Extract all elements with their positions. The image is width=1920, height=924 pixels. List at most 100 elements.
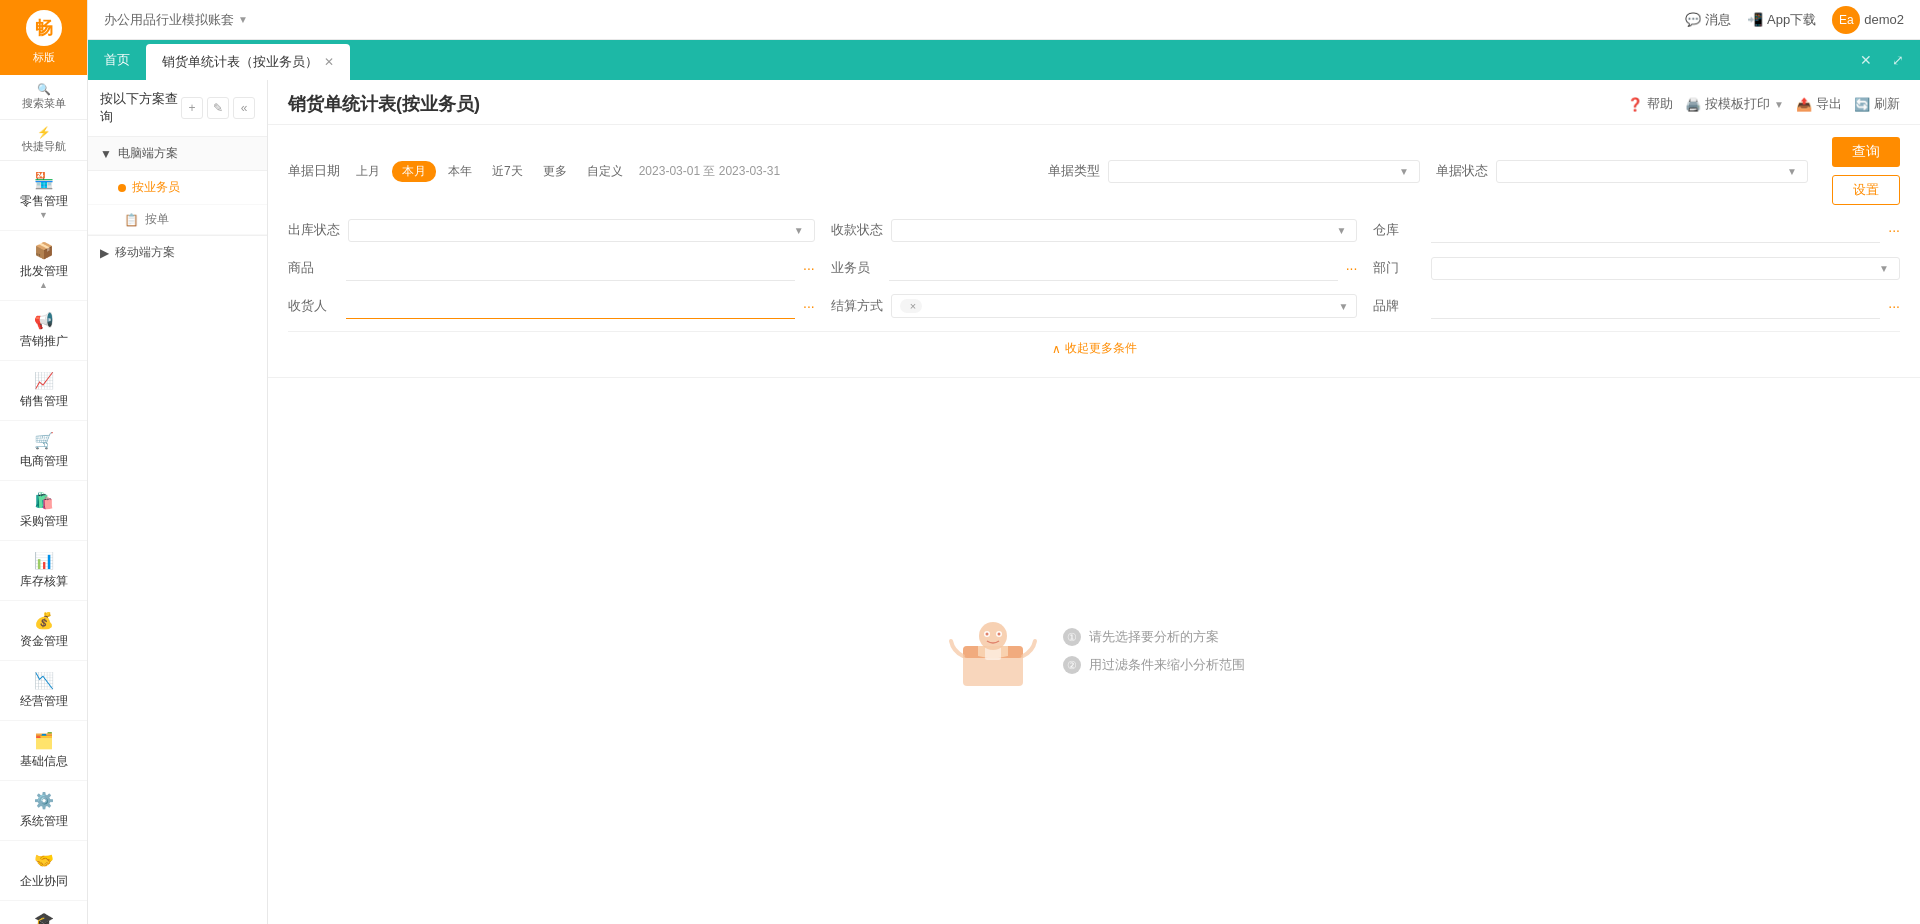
goods-input[interactable]	[346, 255, 795, 281]
sidebar-purchase-label: 采购管理	[20, 513, 68, 530]
date-tabs: 上月 本月 本年 近7天 更多 自定义	[348, 161, 631, 182]
sidebar-logo[interactable]: 畅 标版	[0, 0, 87, 75]
scheme-sub-item-by-order[interactable]: 📋 按单	[88, 205, 267, 235]
maximize-button[interactable]: ⤢	[1884, 46, 1912, 74]
scheme-group-desktop-label: 电脑端方案	[118, 145, 178, 162]
warehouse-dots-button[interactable]: ···	[1888, 222, 1900, 238]
date-tab-more[interactable]: 更多	[535, 161, 575, 182]
filter-area: 单据日期 上月 本月 本年 近7天 更多 自定义 2023-03-01 至 20…	[268, 125, 1920, 378]
date-tab-this-month[interactable]: 本月	[392, 161, 436, 182]
empty-tip-1: ① 请先选择要分析的方案	[1063, 628, 1245, 646]
print-dropdown-icon[interactable]: ▼	[1774, 99, 1784, 110]
salesperson-label: 业务员	[831, 259, 881, 277]
goods-dots-button[interactable]: ···	[803, 260, 815, 276]
warehouse-input[interactable]	[1431, 217, 1880, 243]
order-status-chevron-icon: ▼	[1787, 166, 1797, 177]
sidebar-item-operations[interactable]: 📉 经营管理	[0, 661, 87, 721]
salesperson-control: ···	[889, 255, 1358, 281]
export-label: 导出	[1816, 95, 1842, 113]
edit-icon: ✎	[213, 101, 223, 115]
app-download-button[interactable]: 📲 App下载	[1747, 11, 1816, 29]
order-type-select[interactable]: ▼	[1108, 160, 1420, 183]
message-button[interactable]: 💬 消息	[1685, 11, 1731, 29]
title-dropdown-icon[interactable]: ▼	[238, 14, 248, 25]
consignee-input[interactable]	[346, 293, 795, 319]
topbar-right: 💬 消息 📲 App下载 Ea demo2	[1685, 6, 1904, 34]
chevron-down-icon: ▼	[100, 147, 112, 161]
print-button[interactable]: 🖨️ 按模板打印 ▼	[1685, 95, 1784, 113]
sidebar-item-basic[interactable]: 🗂️ 基础信息	[0, 721, 87, 781]
scheme-item-by-salesperson[interactable]: 按业务员	[88, 171, 267, 205]
date-tab-last-month[interactable]: 上月	[348, 161, 388, 182]
chevron-down-icon: ▼	[39, 210, 48, 220]
refresh-button[interactable]: 🔄 刷新	[1854, 95, 1900, 113]
empty-state: ① 请先选择要分析的方案 ② 用过滤条件来缩小分析范围	[268, 378, 1920, 924]
active-dot	[118, 184, 126, 192]
sidebar-item-search[interactable]: 🔍 搜索菜单	[0, 75, 87, 120]
sidebar-item-cooperation[interactable]: 🤝 企业协同	[0, 841, 87, 901]
quicknav-icon: ⚡	[37, 126, 51, 139]
sidebar-item-purchase[interactable]: 🛍️ 采购管理	[0, 481, 87, 541]
sidebar-item-system[interactable]: ⚙️ 系统管理	[0, 781, 87, 841]
filter-salesperson: 业务员 ···	[831, 255, 1358, 281]
date-tab-7days[interactable]: 近7天	[484, 161, 531, 182]
brand-dots-button[interactable]: ···	[1888, 298, 1900, 314]
export-button[interactable]: 📤 导出	[1796, 95, 1842, 113]
empty-tip-2: ② 用过滤条件来缩小分析范围	[1063, 656, 1245, 674]
collapse-panel-button[interactable]: «	[233, 97, 255, 119]
user-menu[interactable]: Ea demo2	[1832, 6, 1904, 34]
receipt-status-select[interactable]: ▼	[891, 219, 1358, 242]
sidebar-sales-label: 销售管理	[20, 393, 68, 410]
filter-department: 部门 ▼	[1373, 257, 1900, 280]
inventory-icon: 📊	[34, 551, 54, 570]
salesperson-dots-button[interactable]: ···	[1346, 260, 1358, 276]
tip-1-text: 请先选择要分析的方案	[1089, 628, 1219, 646]
sidebar-item-finance[interactable]: 💰 资金管理	[0, 601, 87, 661]
sidebar-item-retail[interactable]: 🏪 零售管理 ▼	[0, 161, 87, 231]
avatar-text: Ea	[1839, 13, 1854, 27]
svg-point-7	[998, 633, 1001, 636]
empty-svg	[943, 601, 1043, 701]
settings-button[interactable]: 设置	[1832, 175, 1900, 205]
collapse-bar[interactable]: ∧ 收起更多条件	[288, 331, 1900, 365]
out-status-select[interactable]: ▼	[348, 219, 815, 242]
department-label: 部门	[1373, 259, 1423, 277]
sidebar-item-wholesale[interactable]: 📦 批发管理 ▲	[0, 231, 87, 301]
date-tab-this-year[interactable]: 本年	[440, 161, 480, 182]
settlement-clear-button[interactable]: ×	[910, 300, 916, 312]
right-panel: 销货单统计表(按业务员) ❓ 帮助 🖨️ 按模板打印 ▼ 📤 导出	[268, 80, 1920, 924]
sidebar-item-marketing[interactable]: 📢 营销推广	[0, 301, 87, 361]
tab-sales-stat[interactable]: 销货单统计表（按业务员） ✕	[146, 44, 350, 80]
scheme-group-mobile[interactable]: ▶ 移动端方案	[88, 235, 267, 269]
order-status-select[interactable]: ▼	[1496, 160, 1808, 183]
date-tab-custom[interactable]: 自定义	[579, 161, 631, 182]
salesperson-input[interactable]	[889, 255, 1338, 281]
date-filter-control: 上月 本月 本年 近7天 更多 自定义 2023-03-01 至 2023-03…	[348, 161, 1032, 182]
sidebar-item-newbie[interactable]: 🎓 新手引导	[0, 901, 87, 924]
help-button[interactable]: ❓ 帮助	[1627, 95, 1673, 113]
close-tab-button[interactable]: ✕	[1852, 46, 1880, 74]
scheme-group-desktop-title[interactable]: ▼ 电脑端方案	[88, 137, 267, 171]
sidebar-item-ecommerce[interactable]: 🛒 电商管理	[0, 421, 87, 481]
tip-2-num: ②	[1063, 656, 1081, 674]
refresh-label: 刷新	[1874, 95, 1900, 113]
main-area: 办公用品行业模拟账套 ▼ 💬 消息 📲 App下载 Ea demo2 首页	[88, 0, 1920, 924]
wholesale-icon: 📦	[34, 241, 54, 260]
department-select[interactable]: ▼	[1431, 257, 1900, 280]
tab-home[interactable]: 首页	[88, 40, 146, 80]
brand-input[interactable]	[1431, 293, 1880, 319]
tab-close-icon[interactable]: ✕	[324, 55, 334, 69]
logo-char: 畅	[35, 16, 53, 40]
edit-scheme-button[interactable]: ✎	[207, 97, 229, 119]
app-title[interactable]: 办公用品行业模拟账套 ▼	[104, 11, 248, 29]
scheme-sub-item-by-order-label: 按单	[145, 211, 169, 228]
settlement-select[interactable]: × ▼	[891, 294, 1358, 318]
consignee-dots-button[interactable]: ···	[803, 298, 815, 314]
left-panel-header: 按以下方案查询 + ✎ «	[88, 80, 267, 137]
sidebar-item-inventory[interactable]: 📊 库存核算	[0, 541, 87, 601]
add-scheme-button[interactable]: +	[181, 97, 203, 119]
query-button[interactable]: 查询	[1832, 137, 1900, 167]
sidebar-item-quicknav[interactable]: ⚡ 快捷导航	[0, 120, 87, 161]
logo-subtitle: 标版	[33, 50, 55, 65]
sidebar-item-sales[interactable]: 📈 销售管理	[0, 361, 87, 421]
